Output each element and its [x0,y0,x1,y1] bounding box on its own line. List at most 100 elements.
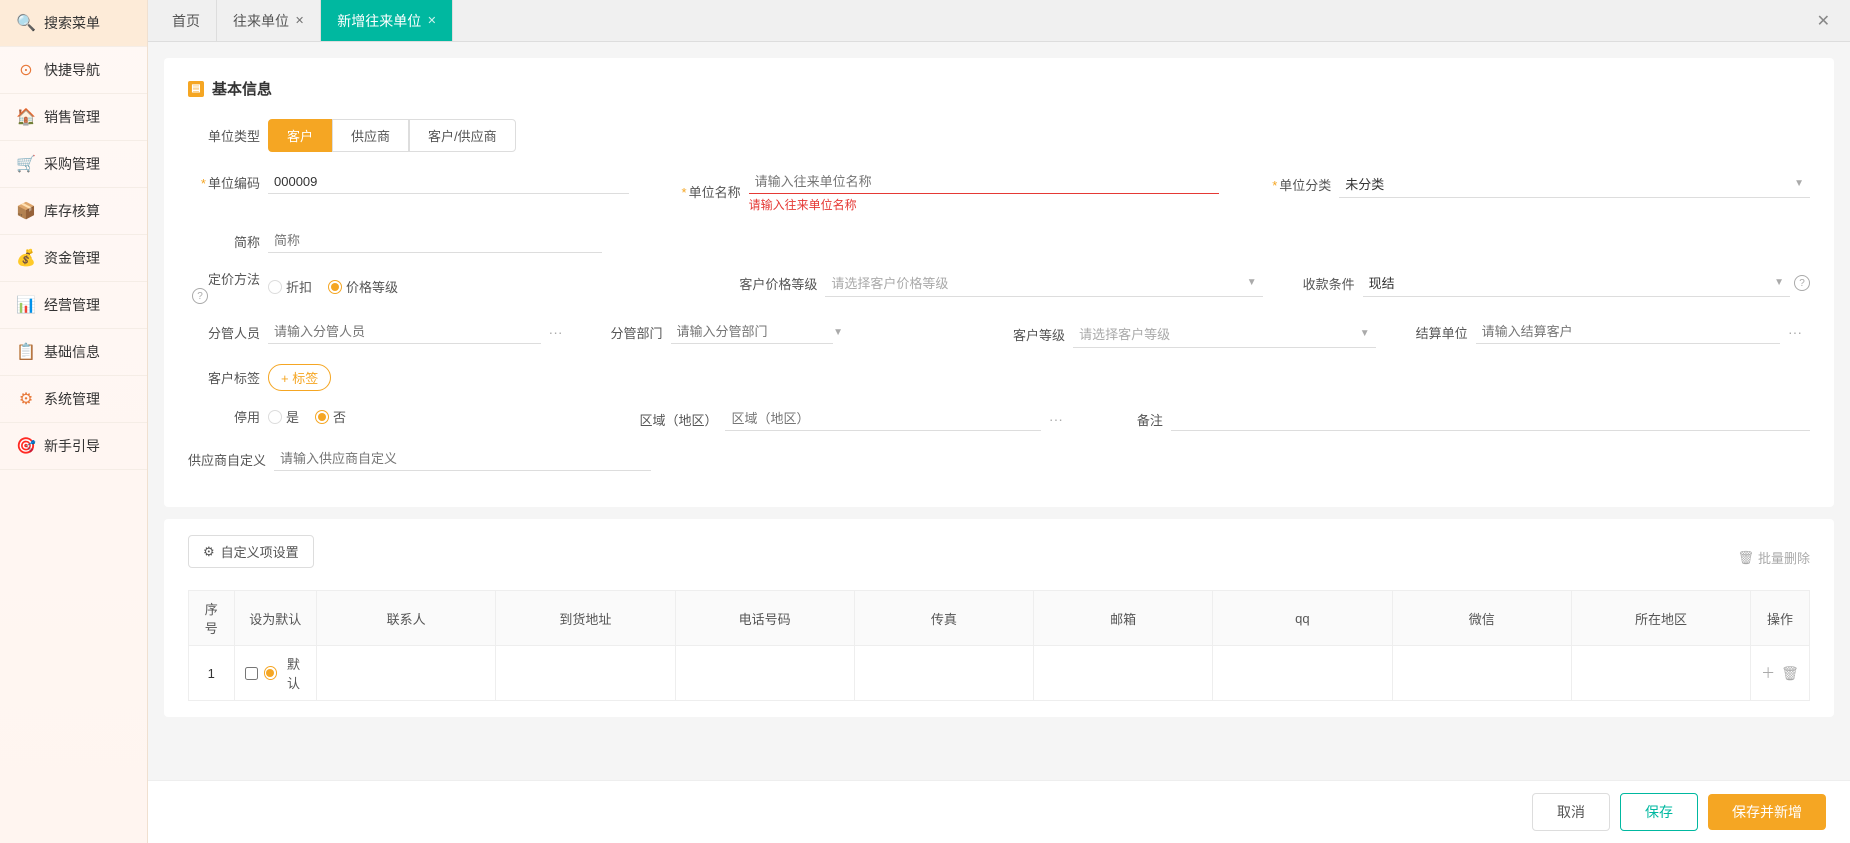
add-tag-button[interactable]: + 标签 [268,364,331,391]
manager-field: 分管人员 ··· [188,320,571,344]
batch-delete-button[interactable]: 🗑 批量删除 [1737,548,1810,567]
cancel-button[interactable]: 取消 [1532,793,1610,831]
remarks-field: 备注 [1091,407,1810,431]
col-wechat: 微信 [1392,591,1571,646]
chevron-down-icon: ▼ [1360,328,1370,339]
unit-category-select[interactable]: 未分类 ▼ [1339,170,1810,198]
qq-input[interactable] [1223,666,1381,681]
payment-terms-select[interactable]: 现结 ▼ [1363,269,1790,297]
unit-code-input[interactable] [268,170,629,194]
region-more-btn[interactable]: ··· [1041,407,1071,431]
unit-name-input[interactable] [749,170,1220,194]
footer: 取消 保存 保存并新增 [148,780,1850,843]
short-name-input[interactable] [268,229,602,253]
pricing-discount[interactable]: 折扣 [268,277,312,296]
sidebar-item-basic-info[interactable]: 📋 基础信息 [0,329,147,376]
pricing-price-level[interactable]: 价格等级 [328,277,398,296]
close-all-tabs[interactable]: ✕ [1805,11,1842,31]
tab-new-partner[interactable]: 新增往来单位 ✕ [321,0,453,41]
col-fax: 传真 [854,591,1033,646]
sidebar-item-guide[interactable]: 🎯 新手引导 [0,423,147,470]
save-button[interactable]: 保存 [1620,793,1698,831]
sidebar-item-finance[interactable]: 💰 资金管理 [0,235,147,282]
manager-more-btn[interactable]: ··· [541,320,571,344]
form-row-tags: 客户标签 + 标签 [188,364,1810,391]
cell-contact[interactable] [317,646,496,701]
col-email: 邮箱 [1033,591,1212,646]
tab-home[interactable]: 首页 [156,0,217,41]
delivery-input[interactable] [506,666,664,681]
cell-qq[interactable] [1213,646,1392,701]
region-input[interactable] [725,407,1040,431]
unit-type-supplier[interactable]: 供应商 [332,119,409,152]
form-row-shortname: 简称 [188,229,1810,253]
sidebar-item-sales[interactable]: 🏠 销售管理 [0,94,147,141]
disabled-radio-group: 是 否 [268,407,346,426]
payment-help-icon[interactable]: ? [1794,275,1810,291]
remarks-input[interactable] [1171,407,1810,431]
content-area: ▤ 基本信息 单位类型 客户 供应商 客户/供应商 *单位编码 *单位名称 [148,42,1850,780]
add-row-button[interactable]: ＋ [1761,663,1775,683]
sidebar: 🔍 搜索菜单 ⊙ 快捷导航 🏠 销售管理 🛒 采购管理 📦 库存核算 💰 资金管… [0,0,148,843]
discount-radio[interactable] [268,280,282,294]
unit-type-row: 单位类型 客户 供应商 客户/供应商 [188,119,1810,152]
sidebar-item-operations[interactable]: 📊 经营管理 [0,282,147,329]
row-actions: ＋ 🗑 [1761,663,1799,683]
cell-default: 默认 [234,646,317,701]
col-phone: 电话号码 [675,591,854,646]
sidebar-item-purchase[interactable]: 🛒 采购管理 [0,141,147,188]
customer-tags-field: 客户标签 + 标签 [188,364,1810,391]
customer-price-level-field: 客户价格等级 请选择客户价格等级 ▼ [735,269,1262,297]
sidebar-item-quick-nav[interactable]: ⊙ 快捷导航 [0,47,147,94]
sidebar-item-system[interactable]: ⚙ 系统管理 [0,376,147,423]
customer-level-field: 客户等级 请选择客户等级 ▼ [993,320,1376,348]
department-select-btn[interactable]: ▼ [833,327,973,338]
unit-type-label: 单位类型 [188,126,268,145]
cell-phone[interactable] [675,646,854,701]
payment-terms-field: 收款条件 现结 ▼ ? [1283,269,1810,297]
row-checkbox[interactable] [245,667,258,680]
default-radio[interactable] [264,666,278,680]
disabled-yes[interactable]: 是 [268,407,299,426]
supplier-custom-input[interactable] [274,447,651,471]
cell-fax[interactable] [854,646,1033,701]
pricing-help-icon[interactable]: ? [192,288,208,304]
settlement-more-btn[interactable]: ··· [1780,320,1810,344]
department-input[interactable] [671,320,834,344]
disabled-field: 停用 是 否 [188,407,619,426]
fax-input[interactable] [865,666,1023,681]
no-radio[interactable] [315,410,329,424]
table-row: 1 默认 [189,646,1810,701]
unit-type-customer[interactable]: 客户 [268,119,332,152]
delete-row-button[interactable]: 🗑 [1781,665,1799,682]
price-level-radio[interactable] [328,280,342,294]
cell-email[interactable] [1033,646,1212,701]
custom-settings-button[interactable]: ⚙ 自定义项设置 [188,535,314,568]
customer-price-level-select[interactable]: 请选择客户价格等级 ▼ [825,269,1262,297]
yes-radio[interactable] [268,410,282,424]
customer-level-select[interactable]: 请选择客户等级 ▼ [1073,320,1376,348]
cell-region[interactable] [1571,646,1750,701]
col-region: 所在地区 [1571,591,1750,646]
table-section: ⚙ 自定义项设置 🗑 批量删除 序号 设为默认 联系人 到货地址 电话号码 [164,519,1834,717]
contact-input[interactable] [327,666,485,681]
save-add-button[interactable]: 保存并新增 [1708,794,1826,830]
phone-input[interactable] [686,666,844,681]
close-partners-tab[interactable]: ✕ [295,14,304,27]
disabled-no[interactable]: 否 [315,407,346,426]
region-table-input[interactable] [1582,666,1740,681]
short-name-field: 简称 [188,229,602,253]
manager-input[interactable] [268,320,541,344]
email-input[interactable] [1044,666,1202,681]
close-new-partner-tab[interactable]: ✕ [427,14,436,27]
settlement-unit-input[interactable] [1476,320,1780,344]
cell-delivery[interactable] [496,646,675,701]
sidebar-item-search[interactable]: 🔍 搜索菜单 [0,0,147,47]
form-row-1: *单位编码 *单位名称 请输入往来单位名称 *单位分类 未分类 ▼ [188,170,1810,213]
sidebar-item-inventory[interactable]: 📦 库存核算 [0,188,147,235]
unit-type-both[interactable]: 客户/供应商 [409,119,516,152]
tab-partners[interactable]: 往来单位 ✕ [217,0,321,41]
wechat-input[interactable] [1403,666,1561,681]
cell-wechat[interactable] [1392,646,1571,701]
default-radio-item[interactable]: 默认 [264,654,307,692]
